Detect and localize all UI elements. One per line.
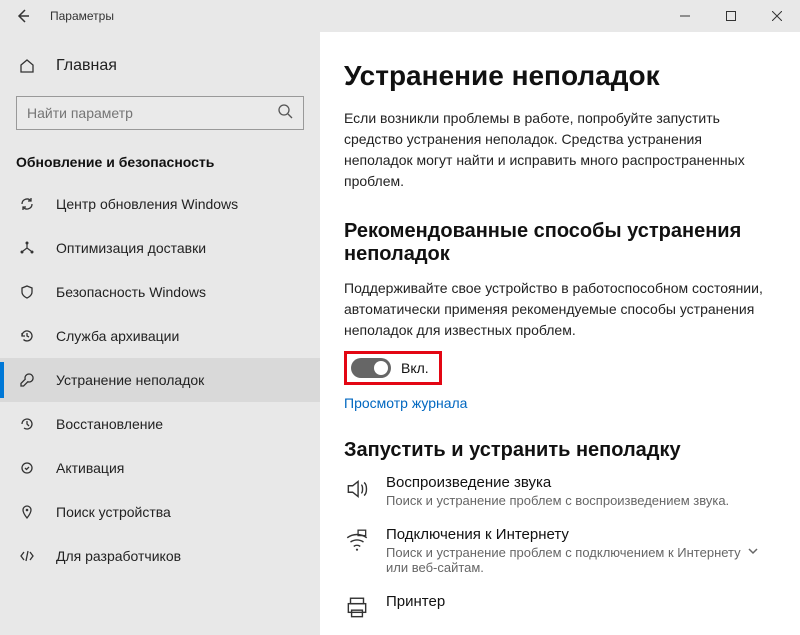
chevron-down-icon (746, 526, 768, 575)
sync-icon (16, 196, 38, 212)
search-icon (277, 103, 293, 124)
nav-item-windows-security[interactable]: Безопасность Windows (0, 270, 320, 314)
maximize-button[interactable] (708, 0, 754, 32)
code-icon (16, 548, 38, 564)
key-icon (16, 460, 38, 476)
window-title: Параметры (46, 9, 114, 23)
nav-item-activation[interactable]: Активация (0, 446, 320, 490)
nav-item-developers[interactable]: Для разработчиков (0, 534, 320, 578)
highlight-box: Вкл. (344, 351, 442, 385)
wrench-icon (16, 372, 38, 388)
search-box[interactable] (16, 96, 304, 130)
view-history-link[interactable]: Просмотр журнала (344, 395, 467, 411)
nav-label: Центр обновления Windows (56, 196, 238, 212)
nav-item-troubleshoot[interactable]: Устранение неполадок (0, 358, 320, 402)
speaker-icon (344, 474, 386, 508)
nav-label: Восстановление (56, 416, 163, 432)
troubleshooter-title: Воспроизведение звука (386, 474, 768, 491)
nav-label: Безопасность Windows (56, 284, 206, 300)
section-label: Обновление и безопасность (0, 130, 320, 182)
page-title: Устранение неполадок (344, 60, 768, 92)
minimize-button[interactable] (662, 0, 708, 32)
home-label: Главная (56, 57, 117, 75)
nav-item-find-device[interactable]: Поиск устройства (0, 490, 320, 534)
troubleshooter-item-internet[interactable]: Подключения к Интернету Поиск и устранен… (344, 526, 768, 575)
printer-icon (344, 593, 386, 621)
recommended-desc: Поддерживайте свое устройство в работосп… (344, 278, 768, 341)
troubleshooter-item-audio[interactable]: Воспроизведение звука Поиск и устранение… (344, 474, 768, 508)
titlebar: Параметры (0, 0, 800, 32)
toggle-knob (374, 361, 388, 375)
nav-item-recovery[interactable]: Восстановление (0, 402, 320, 446)
nav-item-delivery-optimization[interactable]: Оптимизация доставки (0, 226, 320, 270)
nav-item-backup[interactable]: Служба архивации (0, 314, 320, 358)
location-icon (16, 504, 38, 520)
back-button[interactable] (0, 0, 46, 32)
nav-label: Для разработчиков (56, 548, 181, 564)
nav-label: Устранение неполадок (56, 372, 204, 388)
troubleshooter-title: Подключения к Интернету (386, 526, 746, 543)
nav-label: Оптимизация доставки (56, 240, 206, 256)
troubleshooter-desc: Поиск и устранение проблем с воспроизвед… (386, 493, 768, 508)
network-icon (16, 240, 38, 256)
recommended-heading: Рекомендованные способы устранения непол… (344, 220, 768, 266)
minimize-icon (680, 11, 690, 21)
recovery-icon (16, 416, 38, 432)
home-icon (16, 58, 38, 74)
main-content: Устранение неполадок Если возникли пробл… (320, 32, 800, 635)
maximize-icon (726, 11, 736, 21)
nav-list: Центр обновления Windows Оптимизация дос… (0, 182, 320, 578)
sidebar: Главная Обновление и безопасность Центр … (0, 32, 320, 635)
recommended-toggle[interactable] (351, 358, 391, 378)
troubleshooter-title: Принтер (386, 593, 768, 610)
nav-label: Поиск устройства (56, 504, 171, 520)
close-icon (772, 11, 782, 21)
toggle-label: Вкл. (401, 360, 429, 376)
close-button[interactable] (754, 0, 800, 32)
nav-item-windows-update[interactable]: Центр обновления Windows (0, 182, 320, 226)
troubleshooter-item-printer[interactable]: Принтер (344, 593, 768, 621)
history-icon (16, 328, 38, 344)
intro-text: Если возникли проблемы в работе, попробу… (344, 108, 768, 192)
home-nav[interactable]: Главная (0, 46, 320, 86)
shield-icon (16, 284, 38, 300)
search-input[interactable] (27, 105, 277, 121)
nav-label: Активация (56, 460, 124, 476)
wifi-icon (344, 526, 386, 575)
arrow-left-icon (15, 8, 31, 24)
run-heading: Запустить и устранить неполадку (344, 439, 768, 462)
troubleshooter-desc: Поиск и устранение проблем с подключение… (386, 545, 746, 575)
nav-label: Служба архивации (56, 328, 179, 344)
